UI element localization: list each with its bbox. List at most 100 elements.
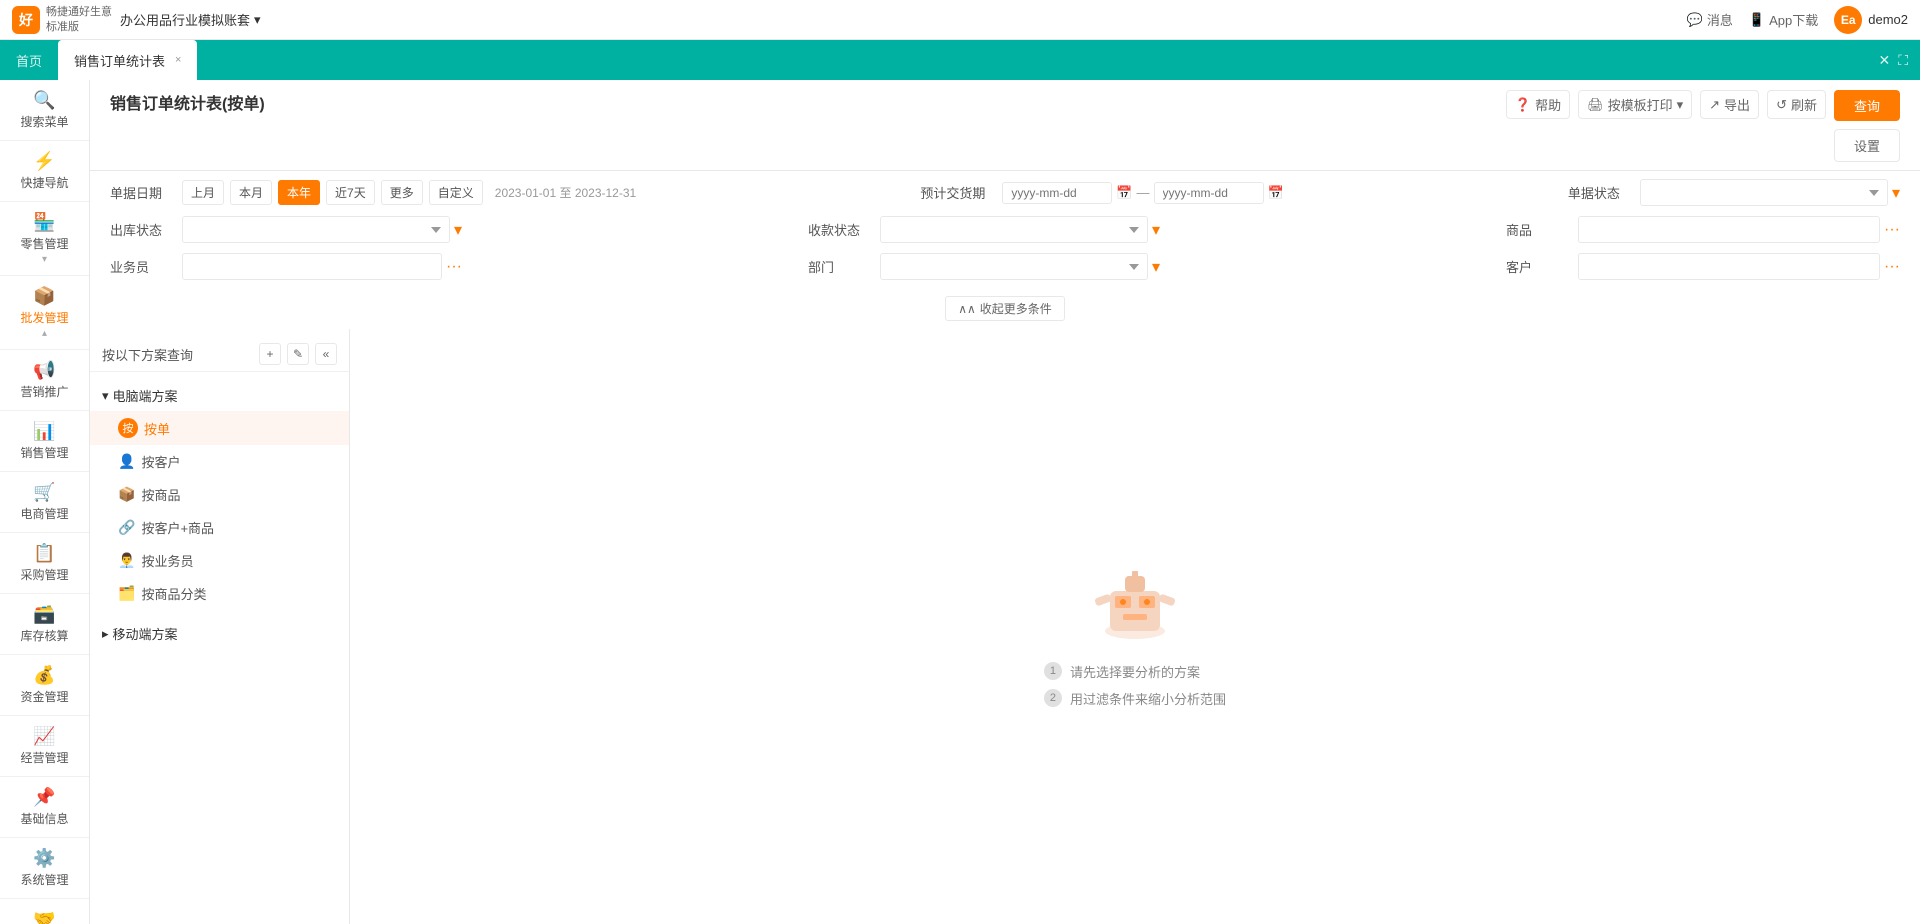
sidebar-item-search[interactable]: 🔍 搜索菜单 (0, 80, 89, 141)
scheme-item-by-order[interactable]: 按 按单 (90, 411, 349, 445)
status-label: 单据状态 (1568, 183, 1628, 202)
status-select[interactable]: 全部 待审核 已审核 已完成 已作废 (1640, 179, 1888, 206)
tab-close-window-icon[interactable]: ✕ (1878, 52, 1890, 69)
sidebar-item-wholesale[interactable]: 📦 批发管理 ▴ (0, 276, 89, 350)
date-btn-this-year[interactable]: 本年 (278, 180, 320, 205)
finance-icon: 💰 (33, 665, 55, 686)
message-button[interactable]: 💬 消息 (1687, 10, 1733, 29)
search-button[interactable]: 查询 (1834, 90, 1900, 121)
expected-from-input[interactable] (1002, 182, 1112, 204)
payment-status-select[interactable]: 全部 未收款 部分收款 已收款 (880, 216, 1148, 243)
chevron-down-icon: ▾ (42, 254, 47, 265)
date-btn-custom[interactable]: 自定义 (429, 180, 483, 205)
sales-icon: 📊 (33, 421, 55, 442)
basic-info-icon: 📌 (33, 787, 55, 808)
empty-state: 1 请先选择要分析的方案 2 用过滤条件来缩小分析范围 (350, 329, 1920, 924)
delivery-status-select[interactable]: 全部 未出库 部分出库 已出库 (182, 216, 450, 243)
date-btn-7days[interactable]: 近7天 (326, 180, 375, 205)
goods-input[interactable] (1578, 216, 1880, 243)
department-chevron-icon: ▾ (1152, 257, 1160, 277)
status-dots-icon[interactable]: ▾ (1892, 183, 1900, 203)
empty-tip-1: 1 请先选择要分析的方案 (1044, 662, 1226, 681)
query-buttons: 查询 设置 (1834, 90, 1900, 162)
date-btn-this-month[interactable]: 本月 (230, 180, 272, 205)
retail-icon: 🏪 (33, 212, 55, 233)
scheme-item-by-category[interactable]: 🗂️ 按商品分类 (90, 577, 349, 610)
help-button[interactable]: ❓ 帮助 (1506, 90, 1570, 119)
system-icon: ⚙️ (33, 848, 55, 869)
sidebar-item-collab[interactable]: 🤝 企业协同 (0, 899, 89, 924)
sidebar-item-quick-nav[interactable]: ⚡ 快捷导航 (0, 141, 89, 202)
collapse-button[interactable]: ∧∧ 收起更多条件 (945, 296, 1065, 321)
page-actions-row: ❓ 帮助 🖨 按模板打印 ▾ ↗ 导出 ↺ (1506, 90, 1826, 119)
date-btn-more[interactable]: 更多 (381, 180, 423, 205)
edit-scheme-button[interactable]: ✎ (287, 343, 309, 365)
sidebar-item-basic-info[interactable]: 📌 基础信息 (0, 777, 89, 838)
export-button[interactable]: ↗ 导出 (1700, 90, 1759, 119)
desktop-scheme-section: ▾ 电脑端方案 按 按单 👤 按客户 📦 按商品 (90, 376, 349, 614)
tab-fullscreen-icon[interactable]: ⛶ (1898, 52, 1908, 69)
message-icon: 💬 (1687, 12, 1703, 28)
sidebar-item-system[interactable]: ⚙️ 系统管理 (0, 838, 89, 899)
filter-row-2: 出库状态 全部 未出库 部分出库 已出库 ▾ 收款状态 (110, 216, 1900, 243)
scheme-item-by-customer[interactable]: 👤 按客户 (90, 445, 349, 478)
sidebar-item-purchase[interactable]: 📋 采购管理 (0, 533, 89, 594)
expected-to-input[interactable] (1154, 182, 1264, 204)
date-btn-last-month[interactable]: 上月 (182, 180, 224, 205)
inventory-icon: 🗃️ (33, 604, 55, 625)
content-with-left: 按以下方案查询 + ✎ « ▾ 电脑端方案 按 按单 (90, 329, 1920, 924)
purchase-icon: 📋 (33, 543, 55, 564)
chevron-down-icon: ▾ (254, 12, 261, 28)
user-area[interactable]: Ea demo2 (1834, 6, 1908, 34)
customer-dots-icon[interactable]: ··· (1884, 258, 1900, 276)
scheme-item-by-goods[interactable]: 📦 按商品 (90, 478, 349, 511)
empty-illustration (1085, 546, 1185, 646)
settings-button[interactable]: 设置 (1834, 129, 1900, 162)
collapse-panel-button[interactable]: « (315, 343, 337, 365)
salesperson-dots-icon[interactable]: ··· (446, 258, 462, 276)
tab-sales-order[interactable]: 销售订单统计表 × (58, 40, 197, 80)
tab-close-icon[interactable]: × (175, 54, 181, 66)
wholesale-icon: 📦 (33, 286, 55, 307)
sidebar-item-ecommerce[interactable]: 🛒 电商管理 (0, 472, 89, 533)
mobile-section-title[interactable]: ▸ 移动端方案 (90, 618, 349, 649)
content-area: 销售订单统计表(按单) ❓ 帮助 🖨 按模板打印 ▾ ↗ (90, 80, 1920, 924)
logo-text: 畅捷通好生意 标准版 (46, 5, 112, 34)
app-download-icon: 📱 (1749, 12, 1765, 28)
scheme-item-by-customer-goods[interactable]: 🔗 按客户+商品 (90, 511, 349, 544)
operations-icon: 📈 (33, 726, 55, 747)
add-scheme-button[interactable]: + (259, 343, 281, 365)
sidebar: 🔍 搜索菜单 ⚡ 快捷导航 🏪 零售管理 ▾ 📦 批发管理 ▴ 📢 营销推广 📊… (0, 80, 90, 924)
top-bar: 好 畅捷通好生意 标准版 办公用品行业模拟账套 ▾ 💬 消息 📱 App下载 E… (0, 0, 1920, 40)
sidebar-item-operations[interactable]: 📈 经营管理 (0, 716, 89, 777)
sidebar-item-inventory[interactable]: 🗃️ 库存核算 (0, 594, 89, 655)
salesperson-input[interactable] (182, 253, 442, 280)
expected-date-inputs: 📅 — 📅 (1002, 182, 1283, 204)
sidebar-item-marketing[interactable]: 📢 营销推广 (0, 350, 89, 411)
date-filter-label: 单据日期 (110, 183, 170, 202)
date-range-display: 2023-01-01 至 2023-12-31 (495, 184, 636, 201)
help-icon: ❓ (1515, 97, 1531, 113)
app-download-button[interactable]: 📱 App下载 (1749, 10, 1818, 29)
main-layout: 🔍 搜索菜单 ⚡ 快捷导航 🏪 零售管理 ▾ 📦 批发管理 ▴ 📢 营销推广 📊… (0, 80, 1920, 924)
left-panel-header: 按以下方案查询 + ✎ « (90, 337, 349, 372)
scheme-item-by-salesperson[interactable]: 👨‍💼 按业务员 (90, 544, 349, 577)
logo-icon: 好 (12, 6, 40, 34)
sidebar-item-retail[interactable]: 🏪 零售管理 ▾ (0, 202, 89, 276)
delivery-status-area: 全部 未出库 部分出库 已出库 ▾ (182, 216, 462, 243)
goods-dots-icon[interactable]: ··· (1884, 221, 1900, 239)
customer-input[interactable] (1578, 253, 1880, 280)
sidebar-item-finance[interactable]: 💰 资金管理 (0, 655, 89, 716)
top-bar-left: 好 畅捷通好生意 标准版 办公用品行业模拟账套 ▾ (12, 5, 261, 34)
quick-nav-icon: ⚡ (33, 151, 55, 172)
desktop-section-chevron-icon: ▾ (102, 388, 109, 404)
tab-home[interactable]: 首页 (0, 40, 58, 80)
department-select[interactable]: 全部 (880, 253, 1148, 280)
refresh-button[interactable]: ↺ 刷新 (1767, 90, 1826, 119)
sidebar-item-sales[interactable]: 📊 销售管理 (0, 411, 89, 472)
payment-status-label: 收款状态 (808, 220, 868, 239)
print-button[interactable]: 🖨 按模板打印 ▾ (1578, 90, 1692, 119)
desktop-section-title[interactable]: ▾ 电脑端方案 (90, 380, 349, 411)
calendar-from-icon: 📅 (1116, 185, 1132, 201)
delivery-status-label: 出库状态 (110, 220, 170, 239)
